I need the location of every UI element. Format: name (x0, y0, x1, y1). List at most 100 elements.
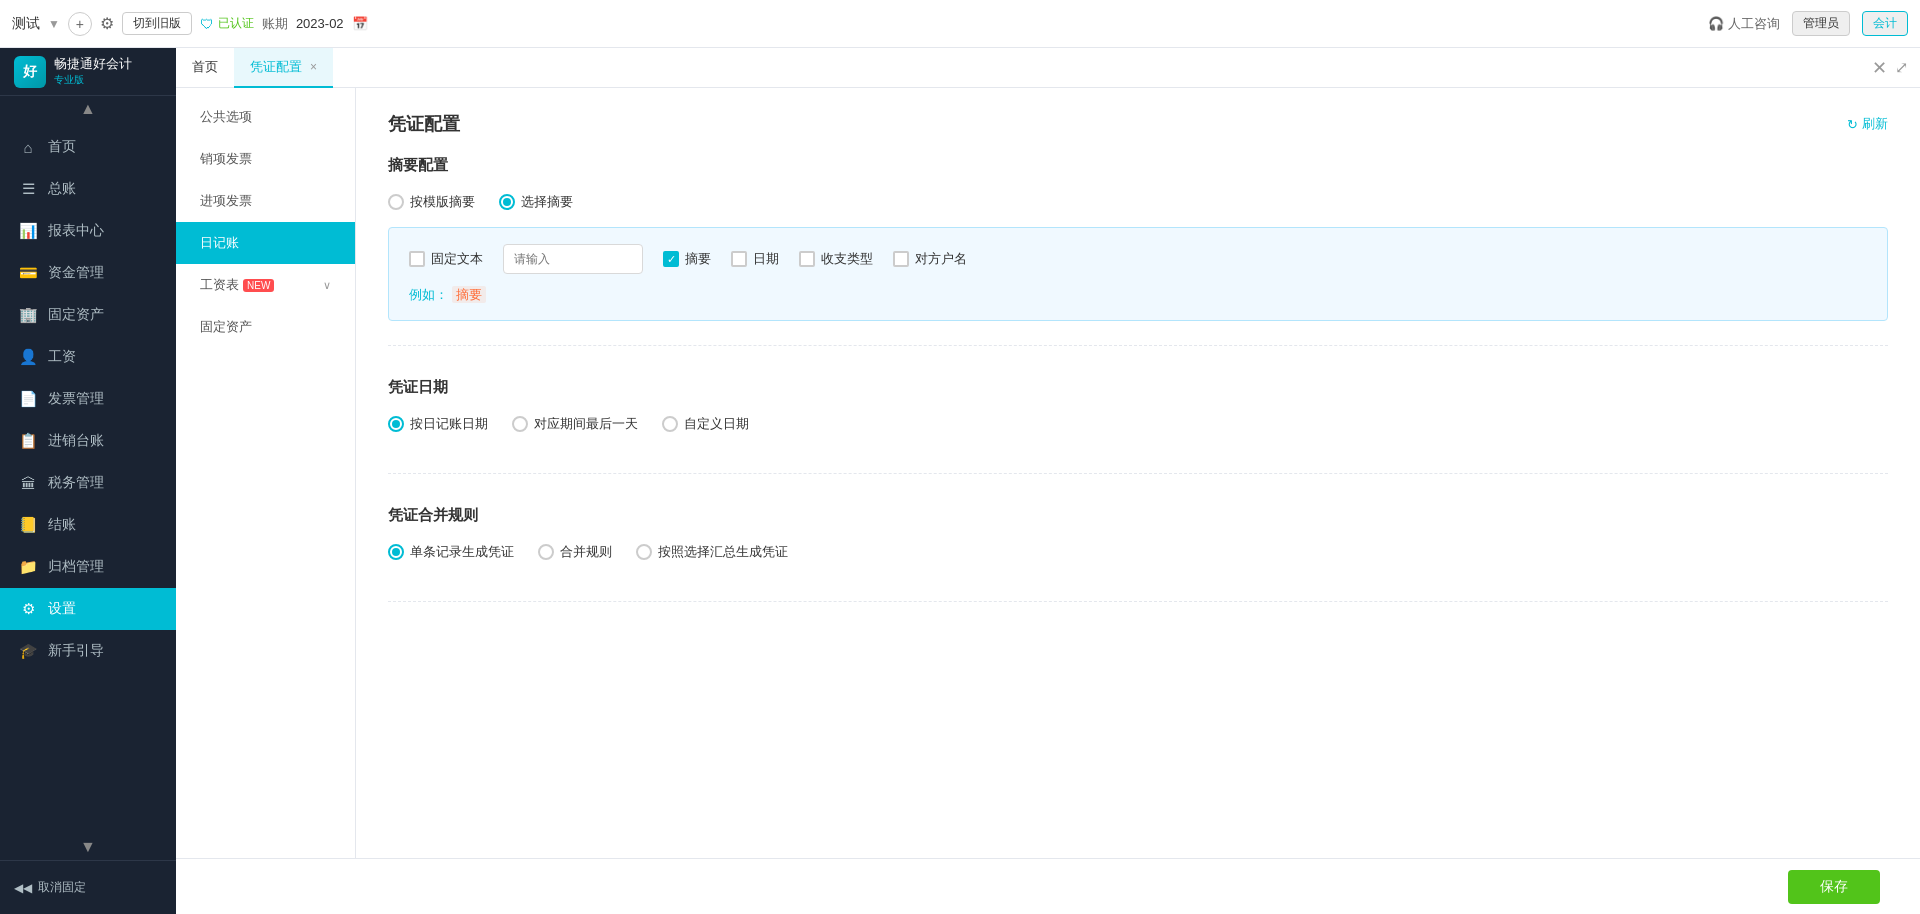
sidebar-item-sales[interactable]: 📋 进销台账 (0, 420, 176, 462)
cancel-fixed-button[interactable]: ◀◀ 取消固定 (0, 869, 176, 906)
checkbox-counterpart[interactable]: 对方户名 (893, 250, 967, 268)
pin-icon: ◀◀ (14, 881, 32, 895)
checkbox-abstract[interactable]: 摘要 (663, 250, 711, 268)
checkbox-payment-type[interactable]: 收支类型 (799, 250, 873, 268)
sidebar-item-close[interactable]: 📒 结账 (0, 504, 176, 546)
radio-custom-date[interactable]: 自定义日期 (662, 415, 749, 433)
scroll-down-button[interactable]: ▼ (0, 834, 176, 860)
radio-summary-generate[interactable]: 按照选择汇总生成凭证 (636, 543, 788, 561)
company-name: 测试 (12, 15, 40, 33)
left-menu-payroll[interactable]: 工资表 NEW ∨ (176, 264, 355, 306)
sidebar-item-ledger[interactable]: ☰ 总账 (0, 168, 176, 210)
date-section: 凭证日期 按日记账日期 对应期间最后一天 (388, 378, 1888, 474)
radio-template-summary[interactable]: 按模版摘要 (388, 193, 475, 211)
sidebar: 好 畅捷通好会计 专业版 ▲ ⌂ 首页 ☰ 总账 📊 报表中心 💳 资金管理 (0, 48, 176, 914)
assets-icon: 🏢 (18, 306, 38, 324)
left-menu-assets-label: 固定资产 (200, 319, 252, 334)
sidebar-item-guide[interactable]: 🎓 新手引导 (0, 630, 176, 672)
checkbox-abstract-label: 摘要 (685, 250, 711, 268)
save-bar: 保存 (176, 858, 1920, 914)
sidebar-label-home: 首页 (48, 138, 76, 156)
right-content: 凭证配置 ↻ 刷新 摘要配置 按模版摘要 (356, 88, 1920, 914)
radio-custom-date-label: 自定义日期 (684, 415, 749, 433)
fixed-text-input[interactable] (503, 244, 643, 274)
page-header: 凭证配置 ↻ 刷新 (388, 112, 1888, 136)
radio-journal-date[interactable]: 按日记账日期 (388, 415, 488, 433)
tab-bar-actions: ✕ ⤢ (1872, 57, 1920, 79)
radio-merge-rule[interactable]: 合并规则 (538, 543, 612, 561)
sales-icon: 📋 (18, 432, 38, 450)
radio-single-record-label: 单条记录生成凭证 (410, 543, 514, 561)
checkbox-date[interactable]: 日期 (731, 250, 779, 268)
checkbox-payment-type-label: 收支类型 (821, 250, 873, 268)
radio-period-last-day[interactable]: 对应期间最后一天 (512, 415, 638, 433)
new-badge: NEW (243, 279, 274, 292)
refresh-button[interactable]: ↻ 刷新 (1847, 115, 1888, 133)
checkbox-counterpart-box (893, 251, 909, 267)
tab-close-icon[interactable]: × (310, 60, 317, 74)
period-label: 账期 (262, 15, 288, 33)
radio-summary-generate-label: 按照选择汇总生成凭证 (658, 543, 788, 561)
checkbox-fixed-text[interactable]: 固定文本 (409, 250, 483, 268)
close-window-icon[interactable]: ✕ (1872, 57, 1887, 79)
tax-icon: 🏛 (18, 475, 38, 492)
tab-home[interactable]: 首页 (176, 48, 234, 88)
accountant-button[interactable]: 会计 (1862, 11, 1908, 36)
checkbox-fixed-text-label: 固定文本 (431, 250, 483, 268)
radio-template-label: 按模版摘要 (410, 193, 475, 211)
left-menu-public-label: 公共选项 (200, 109, 252, 124)
left-menu-payroll-label: 工资表 (200, 276, 239, 294)
company-dropdown-icon[interactable]: ▼ (48, 17, 60, 31)
sidebar-label-invoice: 发票管理 (48, 390, 104, 408)
sidebar-item-tax[interactable]: 🏛 税务管理 (0, 462, 176, 504)
sidebar-item-funds[interactable]: 💳 资金管理 (0, 252, 176, 294)
radio-single-record[interactable]: 单条记录生成凭证 (388, 543, 514, 561)
checkbox-payment-type-box (799, 251, 815, 267)
left-menu-journal[interactable]: 日记账 (176, 222, 355, 264)
switch-old-button[interactable]: 切到旧版 (122, 12, 192, 35)
sidebar-item-reports[interactable]: 📊 报表中心 (0, 210, 176, 252)
sidebar-label-sales: 进销台账 (48, 432, 104, 450)
calendar-icon[interactable]: 📅 (352, 16, 368, 31)
left-menu-public[interactable]: 公共选项 (176, 96, 355, 138)
save-button[interactable]: 保存 (1788, 870, 1880, 904)
left-menu-purchase-invoice[interactable]: 进项发票 (176, 180, 355, 222)
left-menu-fixed-assets[interactable]: 固定资产 (176, 306, 355, 348)
period-value: 2023-02 (296, 16, 344, 31)
sidebar-item-settings[interactable]: ⚙ 设置 (0, 588, 176, 630)
example-prefix: 例如： (409, 287, 448, 302)
radio-single-record-circle (388, 544, 404, 560)
sidebar-item-archive[interactable]: 📁 归档管理 (0, 546, 176, 588)
sidebar-label-close: 结账 (48, 516, 76, 534)
merge-section: 凭证合并规则 单条记录生成凭证 合并规则 (388, 506, 1888, 602)
top-bar: 测试 ▼ + ⚙ 切到旧版 🛡 已认证 账期 2023-02 📅 🎧 人工咨询 … (0, 0, 1920, 48)
top-bar-right: 🎧 人工咨询 管理员 会计 (1708, 11, 1908, 36)
example-value: 摘要 (452, 286, 486, 303)
reports-icon: 📊 (18, 222, 38, 240)
sidebar-label-tax: 税务管理 (48, 474, 104, 492)
consult-button[interactable]: 🎧 人工咨询 (1708, 15, 1780, 33)
sidebar-item-invoice[interactable]: 📄 发票管理 (0, 378, 176, 420)
sidebar-item-salary[interactable]: 👤 工资 (0, 336, 176, 378)
radio-merge-rule-label: 合并规则 (560, 543, 612, 561)
sidebar-item-home[interactable]: ⌂ 首页 (0, 126, 176, 168)
left-menu-sales-invoice[interactable]: 销项发票 (176, 138, 355, 180)
home-icon: ⌂ (18, 139, 38, 156)
tab-home-label: 首页 (192, 58, 218, 76)
settings-icon[interactable]: ⚙ (100, 14, 114, 33)
main-layout: 好 畅捷通好会计 专业版 ▲ ⌂ 首页 ☰ 总账 📊 报表中心 💳 资金管理 (0, 48, 1920, 914)
sidebar-bottom: ◀◀ 取消固定 (0, 860, 176, 914)
sidebar-label-settings: 设置 (48, 600, 76, 618)
manager-button[interactable]: 管理员 (1792, 11, 1850, 36)
sidebar-label-assets: 固定资产 (48, 306, 104, 324)
expand-icon[interactable]: ⤢ (1895, 58, 1908, 77)
checkbox-date-label: 日期 (753, 250, 779, 268)
radio-select-summary[interactable]: 选择摘要 (499, 193, 573, 211)
certified-badge: 🛡 已认证 (200, 15, 254, 32)
scroll-up-button[interactable]: ▲ (0, 96, 176, 122)
radio-journal-date-label: 按日记账日期 (410, 415, 488, 433)
tab-voucher-config[interactable]: 凭证配置 × (234, 48, 333, 88)
add-tab-button[interactable]: + (68, 12, 92, 36)
sidebar-item-assets[interactable]: 🏢 固定资产 (0, 294, 176, 336)
sidebar-label-guide: 新手引导 (48, 642, 104, 660)
